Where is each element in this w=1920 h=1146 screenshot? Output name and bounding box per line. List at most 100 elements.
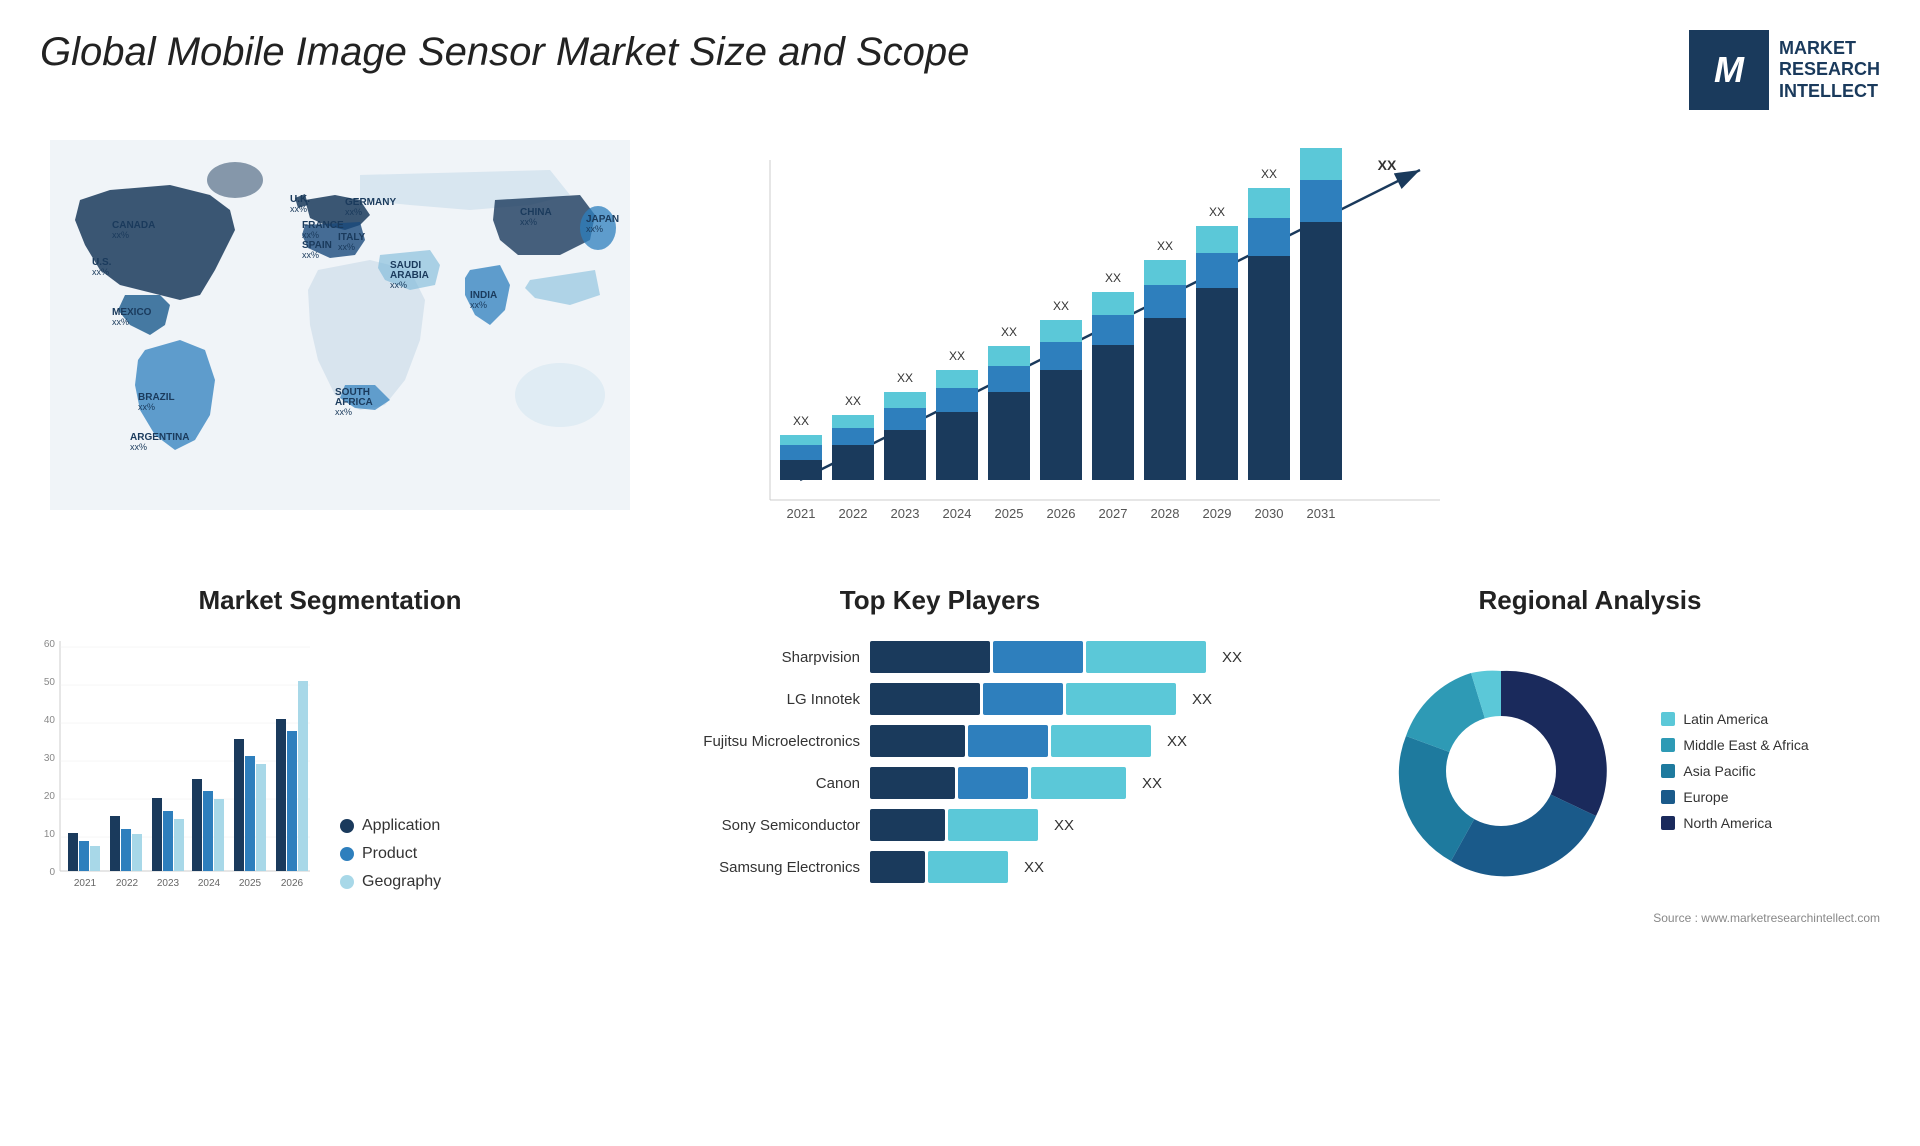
asia-pacific-label: Asia Pacific bbox=[1683, 763, 1755, 779]
bar-light bbox=[948, 809, 1038, 841]
player-name-fujitsu: Fujitsu Microelectronics bbox=[660, 733, 860, 750]
segmentation-legend: Application Product Geography bbox=[340, 817, 441, 911]
regional-legend: Latin America Middle East & Africa Asia … bbox=[1661, 711, 1808, 831]
player-row-fujitsu: Fujitsu Microelectronics XX bbox=[660, 725, 1220, 757]
svg-text:30: 30 bbox=[44, 753, 56, 764]
logo-area: M MARKET RESEARCH INTELLECT bbox=[1689, 30, 1880, 110]
player-bars-lginnotek bbox=[870, 683, 1176, 715]
svg-text:2026: 2026 bbox=[1047, 506, 1076, 521]
player-row-canon: Canon XX bbox=[660, 767, 1220, 799]
source-text: Source : www.marketresearchintellect.com bbox=[1260, 901, 1920, 930]
legend-geography: Geography bbox=[340, 873, 441, 891]
header: Global Mobile Image Sensor Market Size a… bbox=[0, 0, 1920, 130]
bar-mid bbox=[993, 641, 1083, 673]
player-name-lginnotek: LG Innotek bbox=[660, 691, 860, 708]
player-val-fujitsu: XX bbox=[1167, 733, 1187, 750]
svg-text:2029: 2029 bbox=[1203, 506, 1232, 521]
map-section: CANADA xx% U.S. xx% MEXICO xx% BRAZIL xx… bbox=[30, 130, 680, 575]
application-dot bbox=[340, 819, 354, 833]
svg-text:xx%: xx% bbox=[302, 230, 319, 240]
world-map: CANADA xx% U.S. xx% MEXICO xx% BRAZIL xx… bbox=[50, 140, 630, 510]
regional-section: Regional Analysis Latin Am bbox=[1240, 585, 1920, 930]
regional-donut-chart bbox=[1371, 641, 1631, 901]
product-label: Product bbox=[362, 845, 417, 863]
growth-bar-chart: XX XX XX XX XX XX bbox=[720, 140, 1450, 560]
bar-dark bbox=[870, 641, 990, 673]
bar-dark bbox=[870, 809, 945, 841]
svg-text:2023: 2023 bbox=[891, 506, 920, 521]
bar-mid bbox=[968, 725, 1048, 757]
svg-text:60: 60 bbox=[44, 639, 56, 650]
svg-text:XX: XX bbox=[897, 371, 913, 385]
svg-text:xx%: xx% bbox=[138, 402, 155, 412]
player-row-lginnotek: LG Innotek XX bbox=[660, 683, 1220, 715]
svg-text:xx%: xx% bbox=[338, 242, 355, 252]
bar-light bbox=[1051, 725, 1151, 757]
bar-dark bbox=[870, 683, 980, 715]
svg-text:0: 0 bbox=[49, 867, 55, 878]
geography-label: Geography bbox=[362, 873, 441, 891]
player-name-sony: Sony Semiconductor bbox=[660, 817, 860, 834]
player-val-samsung: XX bbox=[1024, 859, 1044, 876]
svg-text:2021: 2021 bbox=[74, 878, 97, 889]
product-dot bbox=[340, 847, 354, 861]
legend-middle-east-africa: Middle East & Africa bbox=[1661, 737, 1808, 753]
logo-icon: M bbox=[1689, 30, 1769, 110]
middle-east-dot bbox=[1661, 738, 1675, 752]
player-row-sony: Sony Semiconductor XX bbox=[660, 809, 1220, 841]
north-america-label: North America bbox=[1683, 815, 1772, 831]
svg-text:xx%: xx% bbox=[302, 250, 319, 260]
player-name-canon: Canon bbox=[660, 775, 860, 792]
legend-europe: Europe bbox=[1661, 789, 1808, 805]
svg-text:xx%: xx% bbox=[470, 300, 487, 310]
svg-text:xx%: xx% bbox=[335, 407, 352, 417]
svg-text:xx%: xx% bbox=[520, 217, 537, 227]
players-list: Sharpvision XX LG Innotek XX Fujitsu bbox=[660, 631, 1220, 883]
bar-dark bbox=[870, 851, 925, 883]
svg-text:2022: 2022 bbox=[839, 506, 868, 521]
legend-north-america: North America bbox=[1661, 815, 1808, 831]
svg-text:40: 40 bbox=[44, 715, 56, 726]
svg-text:2031: 2031 bbox=[1307, 506, 1336, 521]
asia-pacific-dot bbox=[1661, 764, 1675, 778]
player-row-samsung: Samsung Electronics XX bbox=[660, 851, 1220, 883]
svg-text:20: 20 bbox=[44, 791, 56, 802]
application-label: Application bbox=[362, 817, 440, 835]
svg-text:XX: XX bbox=[793, 414, 809, 428]
middle-east-label: Middle East & Africa bbox=[1683, 737, 1808, 753]
player-bars-sony bbox=[870, 809, 1038, 841]
svg-text:2025: 2025 bbox=[239, 878, 262, 889]
svg-text:XX: XX bbox=[1261, 167, 1277, 181]
page-title: Global Mobile Image Sensor Market Size a… bbox=[40, 30, 969, 75]
svg-text:xx%: xx% bbox=[390, 280, 407, 290]
svg-text:XX: XX bbox=[1001, 325, 1017, 339]
player-bars-canon bbox=[870, 767, 1126, 799]
svg-text:XX: XX bbox=[1157, 239, 1173, 253]
player-val-lginnotek: XX bbox=[1192, 691, 1212, 708]
svg-text:xx%: xx% bbox=[112, 317, 129, 327]
svg-text:2021: 2021 bbox=[787, 506, 816, 521]
legend-application: Application bbox=[340, 817, 441, 835]
player-name-samsung: Samsung Electronics bbox=[660, 859, 860, 876]
europe-dot bbox=[1661, 790, 1675, 804]
svg-text:xx%: xx% bbox=[130, 442, 147, 452]
svg-text:2030: 2030 bbox=[1255, 506, 1284, 521]
segmentation-bar-chart: 0 10 20 30 40 50 60 2021 bbox=[20, 631, 320, 911]
latin-america-label: Latin America bbox=[1683, 711, 1768, 727]
svg-text:XX: XX bbox=[1378, 157, 1397, 173]
bar-dark bbox=[870, 767, 955, 799]
svg-text:XX: XX bbox=[1105, 271, 1121, 285]
svg-text:xx%: xx% bbox=[345, 207, 362, 217]
legend-latin-america: Latin America bbox=[1661, 711, 1808, 727]
donut-section: Latin America Middle East & Africa Asia … bbox=[1260, 631, 1920, 901]
svg-text:XX: XX bbox=[1209, 205, 1225, 219]
bar-light bbox=[928, 851, 1008, 883]
segmentation-title: Market Segmentation bbox=[20, 585, 640, 616]
key-players-title: Top Key Players bbox=[660, 585, 1220, 616]
segmentation-chart-container: 0 10 20 30 40 50 60 2021 bbox=[20, 631, 640, 911]
svg-text:2025: 2025 bbox=[995, 506, 1024, 521]
svg-text:50: 50 bbox=[44, 677, 56, 688]
svg-text:2022: 2022 bbox=[116, 878, 139, 889]
latin-america-dot bbox=[1661, 712, 1675, 726]
logo-text: MARKET RESEARCH INTELLECT bbox=[1779, 38, 1880, 103]
